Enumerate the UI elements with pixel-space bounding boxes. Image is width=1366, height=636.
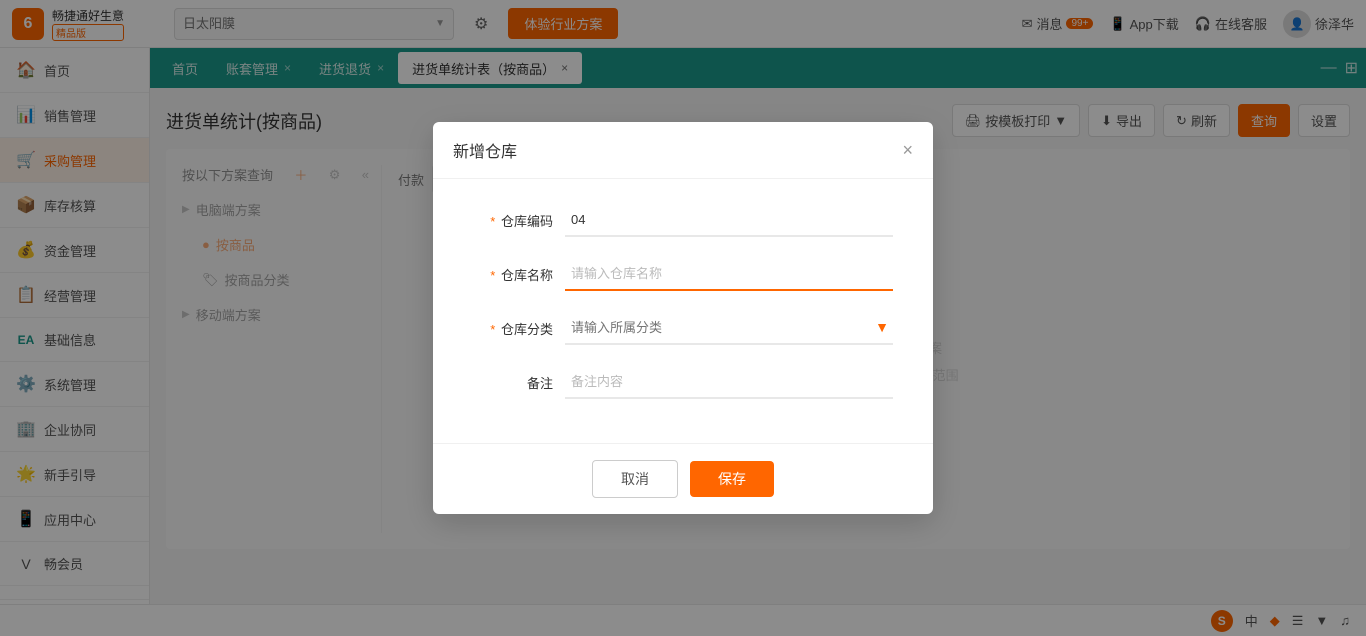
name-input[interactable] xyxy=(565,257,893,291)
remark-input[interactable] xyxy=(565,365,893,399)
modal-footer: 取消 保存 xyxy=(433,443,933,514)
modal-overlay: 新增仓库 × * 仓库编码 * 仓库名称 xyxy=(0,0,1366,636)
modal-close-button[interactable]: × xyxy=(902,140,913,161)
name-label: * 仓库名称 xyxy=(473,265,553,284)
category-select-wrapper: ▼ xyxy=(565,311,893,345)
cancel-button[interactable]: 取消 xyxy=(592,460,678,498)
remark-label: 备注 xyxy=(473,373,553,392)
form-row-remark: 备注 xyxy=(473,365,893,399)
form-row-code: * 仓库编码 xyxy=(473,203,893,237)
save-button[interactable]: 保存 xyxy=(690,461,774,497)
modal-body: * 仓库编码 * 仓库名称 * 仓库分类 xyxy=(433,179,933,443)
add-warehouse-modal: 新增仓库 × * 仓库编码 * 仓库名称 xyxy=(433,122,933,514)
category-input[interactable] xyxy=(565,311,893,343)
modal-title: 新增仓库 xyxy=(453,138,517,162)
modal-header: 新增仓库 × xyxy=(433,122,933,179)
code-label: * 仓库编码 xyxy=(473,211,553,230)
category-dropdown-icon: ▼ xyxy=(875,319,889,335)
form-row-name: * 仓库名称 xyxy=(473,257,893,291)
code-input[interactable] xyxy=(565,203,893,237)
form-row-category: * 仓库分类 ▼ xyxy=(473,311,893,345)
category-label: * 仓库分类 xyxy=(473,319,553,338)
